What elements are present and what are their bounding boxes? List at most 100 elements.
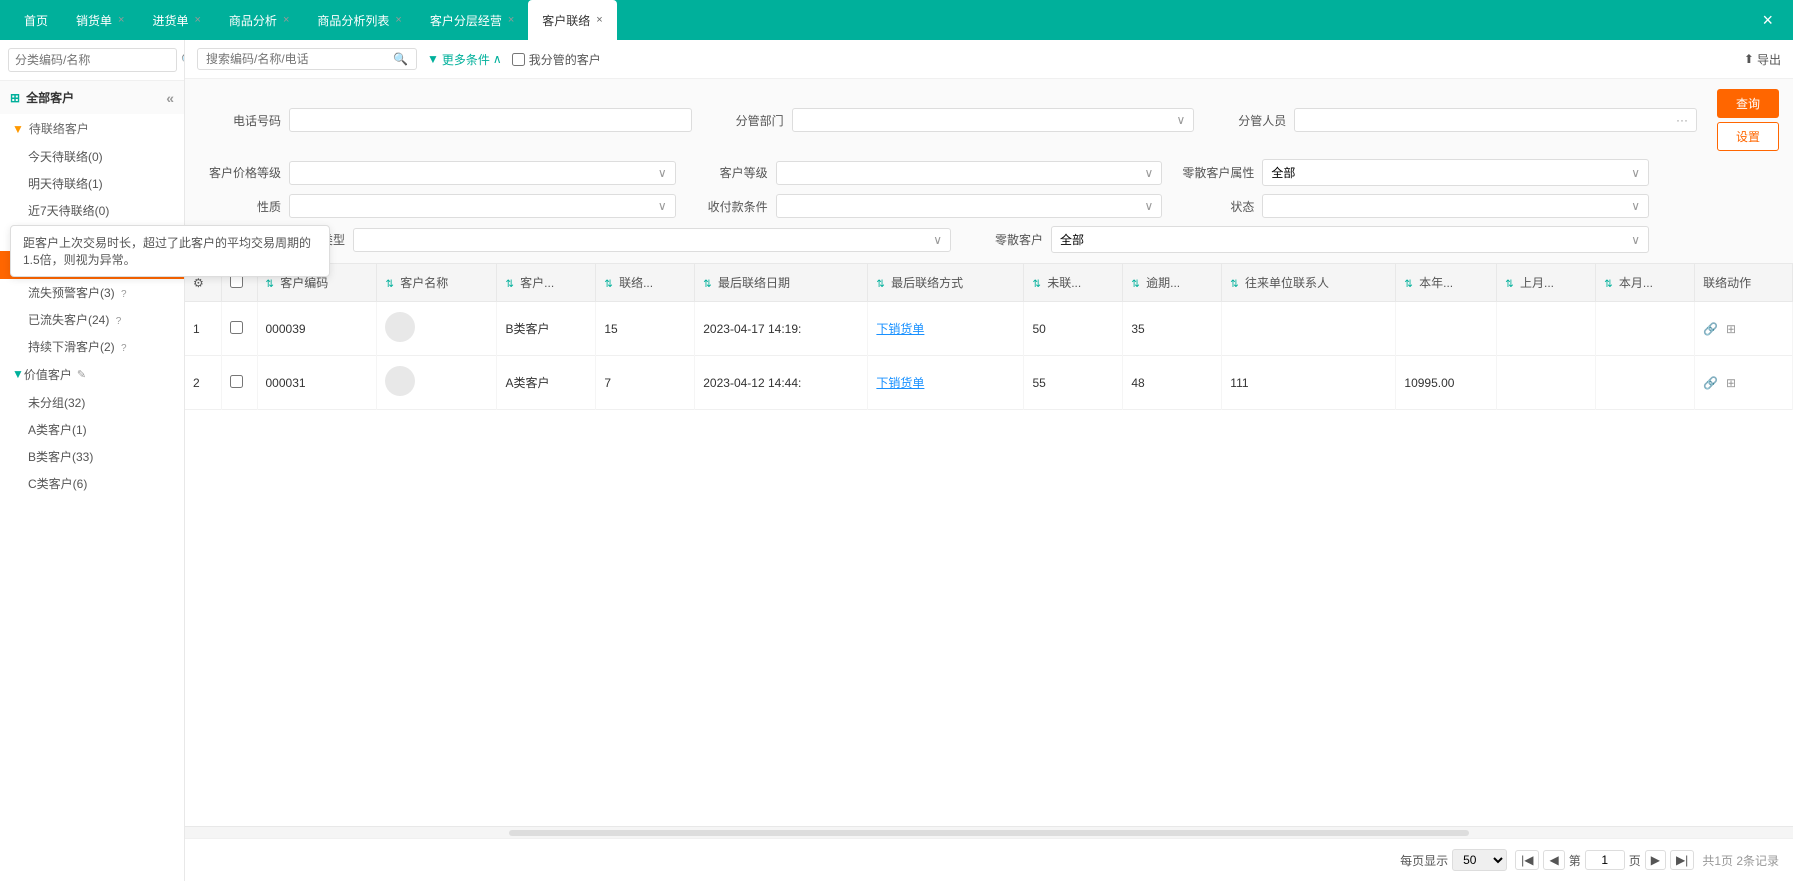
row-checkbox-cell [221, 302, 257, 356]
last-page-button[interactable]: ▶| [1670, 850, 1694, 870]
nav-product-analysis-list[interactable]: 商品分析列表 × [303, 0, 415, 40]
nav-customer-layered[interactable]: 客户分层经营 × [416, 0, 528, 40]
prev-page-button[interactable]: ◀ [1543, 850, 1564, 870]
table-header-row: ⚙ ⇅ 客户编码 ⇅ 客户名称 [185, 264, 1793, 302]
nature-select[interactable]: ∨ [289, 194, 676, 218]
nav-home[interactable]: 首页 [10, 0, 62, 40]
sort-icon[interactable]: ⇅ [703, 279, 711, 290]
horizontal-scrollbar[interactable] [185, 826, 1793, 838]
sidebar-item-declining[interactable]: 持续下滑客户(2) ? [0, 333, 184, 360]
row-contact-count-cell: 15 [596, 302, 695, 356]
value-customers-group[interactable]: ▼ 价值客户 ✎ [0, 360, 184, 389]
collapse-icon[interactable]: « [166, 90, 174, 106]
close-icon[interactable]: × [283, 14, 289, 26]
per-page-select[interactable]: 50 10 20 100 [1452, 849, 1507, 871]
sidebar-item-7days[interactable]: 近7天待联络(0) [0, 197, 184, 224]
window-close-button[interactable]: × [1752, 10, 1783, 31]
sort-icon[interactable]: ⇅ [505, 279, 513, 290]
sidebar-item-churn-warning[interactable]: 流失预警客户(3) ? [0, 279, 184, 306]
sidebar-item-class-b[interactable]: B类客户(33) [0, 443, 184, 470]
filter-row-1: 电话号码 分管部门 ∨ 分管人员 ··· [199, 89, 1779, 151]
search-input[interactable] [206, 52, 389, 66]
person-select[interactable]: ··· [1294, 108, 1697, 132]
row-checkbox[interactable] [230, 375, 243, 388]
row-uncontact-cell: 55 [1024, 356, 1123, 410]
link-icon[interactable]: 🔗 [1703, 376, 1718, 390]
nav-purchase-order[interactable]: 进货单 × [138, 0, 214, 40]
my-customers-filter[interactable]: 我分管的客户 [512, 51, 601, 68]
settings-button[interactable]: 设置 [1717, 122, 1779, 151]
sort-icon[interactable]: ⇅ [1404, 279, 1412, 290]
customers-table: ⚙ ⇅ 客户编码 ⇅ 客户名称 [185, 264, 1793, 410]
customer-type-select[interactable]: ∨ [353, 228, 951, 252]
sort-icon[interactable]: ⇅ [266, 279, 274, 290]
first-page-button[interactable]: |◀ [1515, 850, 1539, 870]
dept-select[interactable]: ∨ [792, 108, 1195, 132]
query-button[interactable]: 查询 [1717, 89, 1779, 118]
scatter-attr-select[interactable]: 全部 ∨ [1262, 159, 1649, 186]
my-customers-checkbox[interactable] [512, 53, 525, 66]
scrollbar-thumb[interactable] [509, 830, 1469, 836]
price-level-select[interactable]: ∨ [289, 161, 676, 185]
more-conditions-toggle[interactable]: ▼ 更多条件 ∧ [427, 51, 502, 68]
sidebar-item-class-c[interactable]: C类客户(6) [0, 470, 184, 497]
sort-icon[interactable]: ⇅ [1230, 279, 1238, 290]
close-icon[interactable]: × [596, 14, 602, 26]
sort-icon[interactable]: ⇅ [1131, 279, 1139, 290]
link-icon[interactable]: 🔗 [1703, 322, 1718, 336]
sidebar-item-class-a[interactable]: A类客户(1) [0, 416, 184, 443]
row-this-year-cell [1396, 302, 1497, 356]
grid-icon[interactable]: ⊞ [1726, 322, 1736, 336]
sort-icon[interactable]: ⇅ [385, 279, 393, 290]
all-customers-header[interactable]: ⊞ 全部客户 « [0, 81, 184, 114]
sort-icon[interactable]: ⇅ [876, 279, 884, 290]
row-checkbox[interactable] [230, 321, 243, 334]
nav-customer-contact[interactable]: 客户联络 × [528, 0, 616, 40]
advanced-filter: 电话号码 分管部门 ∨ 分管人员 ··· [185, 79, 1793, 264]
row-uncontact-cell: 50 [1024, 302, 1123, 356]
sort-icon[interactable]: ⇅ [1505, 279, 1513, 290]
close-icon[interactable]: × [395, 14, 401, 26]
last-method-link[interactable]: 下销货单 [876, 322, 924, 336]
row-last-month-cell [1497, 302, 1596, 356]
filter-scatter-customer: 零散客户 全部 ∨ [961, 226, 1649, 253]
settings-icon[interactable]: ⚙ [193, 276, 204, 290]
nav-sales-order[interactable]: 销货单 × [62, 0, 138, 40]
chevron-down-icon: ∨ [1177, 113, 1186, 127]
search-icon[interactable]: 🔍 [393, 52, 408, 66]
page-number-input[interactable] [1585, 850, 1625, 870]
close-icon[interactable]: × [118, 14, 124, 26]
sidebar-item-today[interactable]: 今天待联络(0) [0, 143, 184, 170]
scatter-customer-select[interactable]: 全部 ∨ [1051, 226, 1649, 253]
sidebar-item-tomorrow[interactable]: 明天待联络(1) [0, 170, 184, 197]
table-row: 1 000039 B类客户 15 2023-04-17 14:19: 下销货单 [185, 302, 1793, 356]
export-button[interactable]: ⬆ 导出 [1744, 51, 1781, 68]
filter-row-2: 客户价格等级 ∨ 客户等级 ∨ 零散客户属性 全部 [199, 159, 1779, 186]
sidebar-search-input[interactable] [8, 48, 177, 72]
phone-input[interactable] [289, 108, 692, 132]
customer-level-select[interactable]: ∨ [776, 161, 1163, 185]
grid-icon[interactable]: ⊞ [1726, 376, 1736, 390]
status-select[interactable]: ∨ [1262, 194, 1649, 218]
close-icon[interactable]: × [194, 14, 200, 26]
next-page-button[interactable]: ▶ [1645, 850, 1666, 870]
sidebar-item-churned[interactable]: 已流失客户(24) ? [0, 306, 184, 333]
payment-select[interactable]: ∨ [776, 194, 1163, 218]
price-level-label: 客户价格等级 [199, 164, 289, 181]
edit-icon[interactable]: ✎ [77, 368, 86, 381]
grid-icon: ⊞ [10, 91, 20, 105]
info-icon: ? [121, 343, 127, 354]
close-icon[interactable]: × [508, 14, 514, 26]
nav-product-analysis[interactable]: 商品分析 × [215, 0, 303, 40]
filter-row-4: ··· 客户类型 ∨ 零散客户 全部 ∨ [199, 226, 1779, 253]
sidebar-item-ungrouped[interactable]: 未分组(32) [0, 389, 184, 416]
sort-icon[interactable]: ⇅ [1604, 279, 1612, 290]
search-field: 🔍 [197, 48, 417, 70]
sort-icon[interactable]: ⇅ [604, 279, 612, 290]
status-label: 状态 [1172, 198, 1262, 215]
waiting-contact-group[interactable]: ▼ 待联络客户 [0, 114, 184, 143]
row-this-month-cell [1596, 356, 1695, 410]
sort-icon[interactable]: ⇅ [1032, 279, 1040, 290]
last-method-link[interactable]: 下销货单 [876, 376, 924, 390]
row-contact-person-cell [1222, 302, 1396, 356]
